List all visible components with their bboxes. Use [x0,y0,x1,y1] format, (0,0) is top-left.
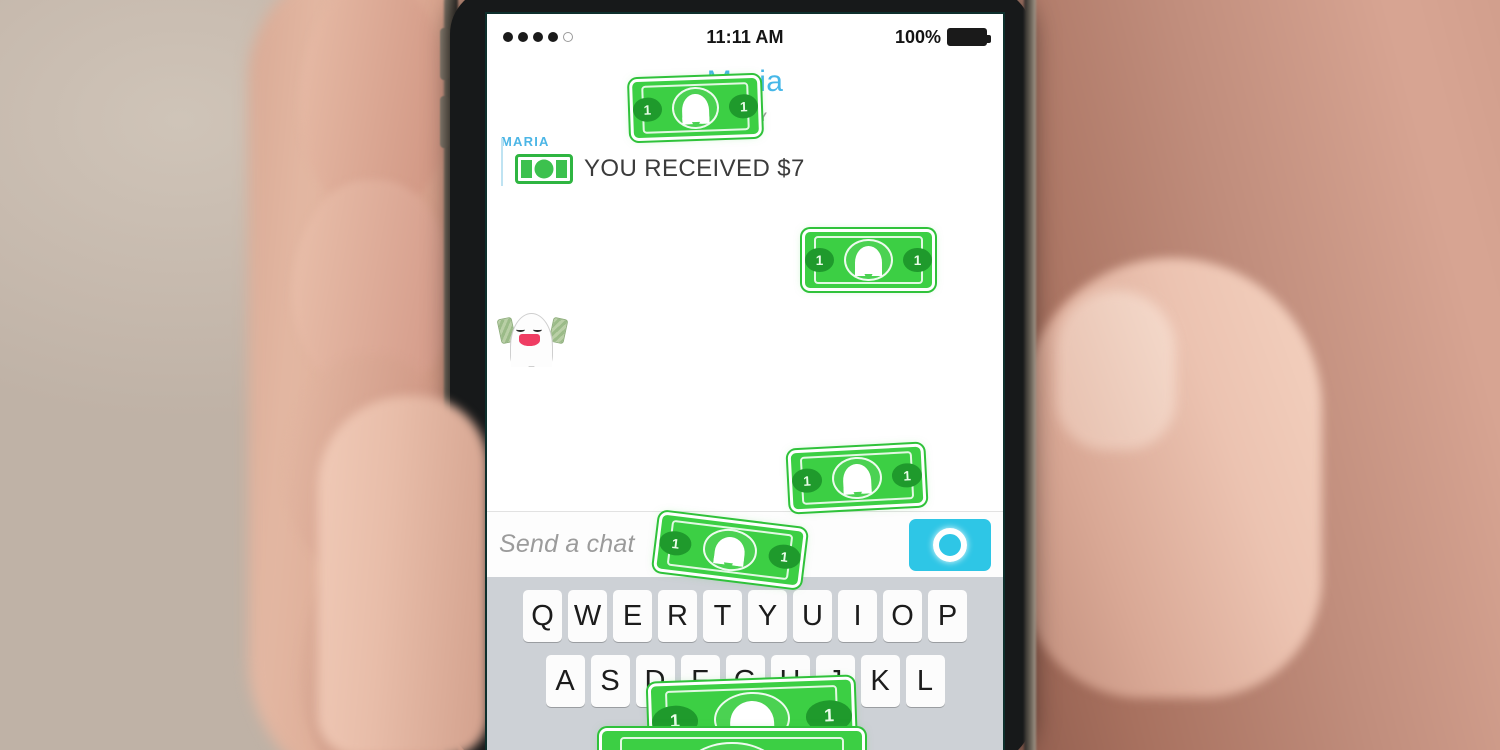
left-thumb [318,396,488,750]
cash-icon [515,154,573,184]
key-y[interactable]: Y [748,590,787,642]
bill-denomination-right: 1 [766,542,802,571]
bill-denomination-left: 1 [632,96,663,123]
bill-over-title: 11 [632,77,759,139]
phone-screen: 11:11 AM 100% Maria TODAY MARIA YOU RECE… [487,14,1003,750]
key-p[interactable]: P [928,590,967,642]
bill-ghost-icon [682,741,782,750]
ghost-silhouette [855,246,882,276]
status-bar: 11:11 AM 100% [487,14,1003,60]
bill-denomination-right: 1 [728,93,759,120]
bill-denomination-left: 1 [658,529,694,558]
phone-right-edge [1024,0,1036,750]
key-a[interactable]: A [545,655,585,707]
bill-denomination-right: 1 [902,247,933,273]
bill-face: 11 [790,446,924,510]
bill-denomination-left: 1 [791,467,823,494]
bill-denomination-right: 1 [891,462,923,489]
volume-up-button[interactable] [440,28,449,80]
chat-input-placeholder[interactable]: Send a chat [499,530,635,559]
key-k[interactable]: K [860,655,900,707]
bill-face: 11 [602,731,862,750]
camera-button[interactable] [909,518,991,571]
keyboard-row-1: QWERTYUIOP [487,590,1003,642]
bill-ghost-icon [670,85,721,131]
bill-ghost-icon [844,238,893,282]
message-text: YOU RECEIVED ✦ $7 [584,155,805,183]
bill-face: 11 [632,77,759,139]
bill-right-lower: 11 [790,446,924,510]
key-s[interactable]: S [590,655,630,707]
key-u[interactable]: U [793,590,832,642]
key-o[interactable]: O [883,590,922,642]
message-amount-wrap: ✦ $7 [776,155,805,183]
key-i[interactable]: I [838,590,877,642]
bill-ghost-icon [700,526,760,574]
key-w[interactable]: W [568,590,607,642]
camera-ring-icon [933,527,967,562]
left-finger-1 [300,0,450,210]
cash-icon-center [534,159,554,179]
ghost-silhouette [681,93,710,123]
bill-ghost-icon [831,455,883,501]
message-group-maria: MARIA YOU RECEIVED ✦ $7 [487,134,1003,186]
message-list: MARIA YOU RECEIVED ✦ $7 [487,124,1003,484]
cash-icon-bar-right [556,160,567,178]
ghost-silhouette [713,534,747,566]
emoji-message-ghost[interactable] [495,309,569,371]
key-e[interactable]: E [613,590,652,642]
bill-keyboard-lower: 11 [602,731,862,750]
key-l[interactable]: L [905,655,945,707]
ghost-silhouette [842,463,872,493]
key-r[interactable]: R [658,590,697,642]
message-sender-label: MARIA [501,134,550,149]
key-t[interactable]: T [703,590,742,642]
bill-right-upper: 11 [805,232,933,288]
message-prefix: YOU RECEIVED [584,155,778,182]
ghost-eye-right [533,328,542,332]
bill-face: 11 [805,232,933,288]
key-q[interactable]: Q [523,590,562,642]
battery-percent-label: 100% [894,26,941,47]
battery-indicator: 100% [894,26,991,48]
bill-denomination-right: 1 [805,699,853,733]
right-thumbnail [1056,290,1176,450]
ghost-mouth [519,334,541,346]
money-mouth-ghost-emoji [495,309,569,371]
list-item[interactable]: YOU RECEIVED ✦ $7 [501,138,1003,186]
message-amount: $7 [777,155,805,182]
bill-denomination-left: 1 [805,247,835,273]
cash-icon-bar-left [521,160,532,178]
volume-down-button[interactable] [440,96,449,148]
battery-full-icon [947,28,991,46]
ghost-eye-left [516,328,525,332]
